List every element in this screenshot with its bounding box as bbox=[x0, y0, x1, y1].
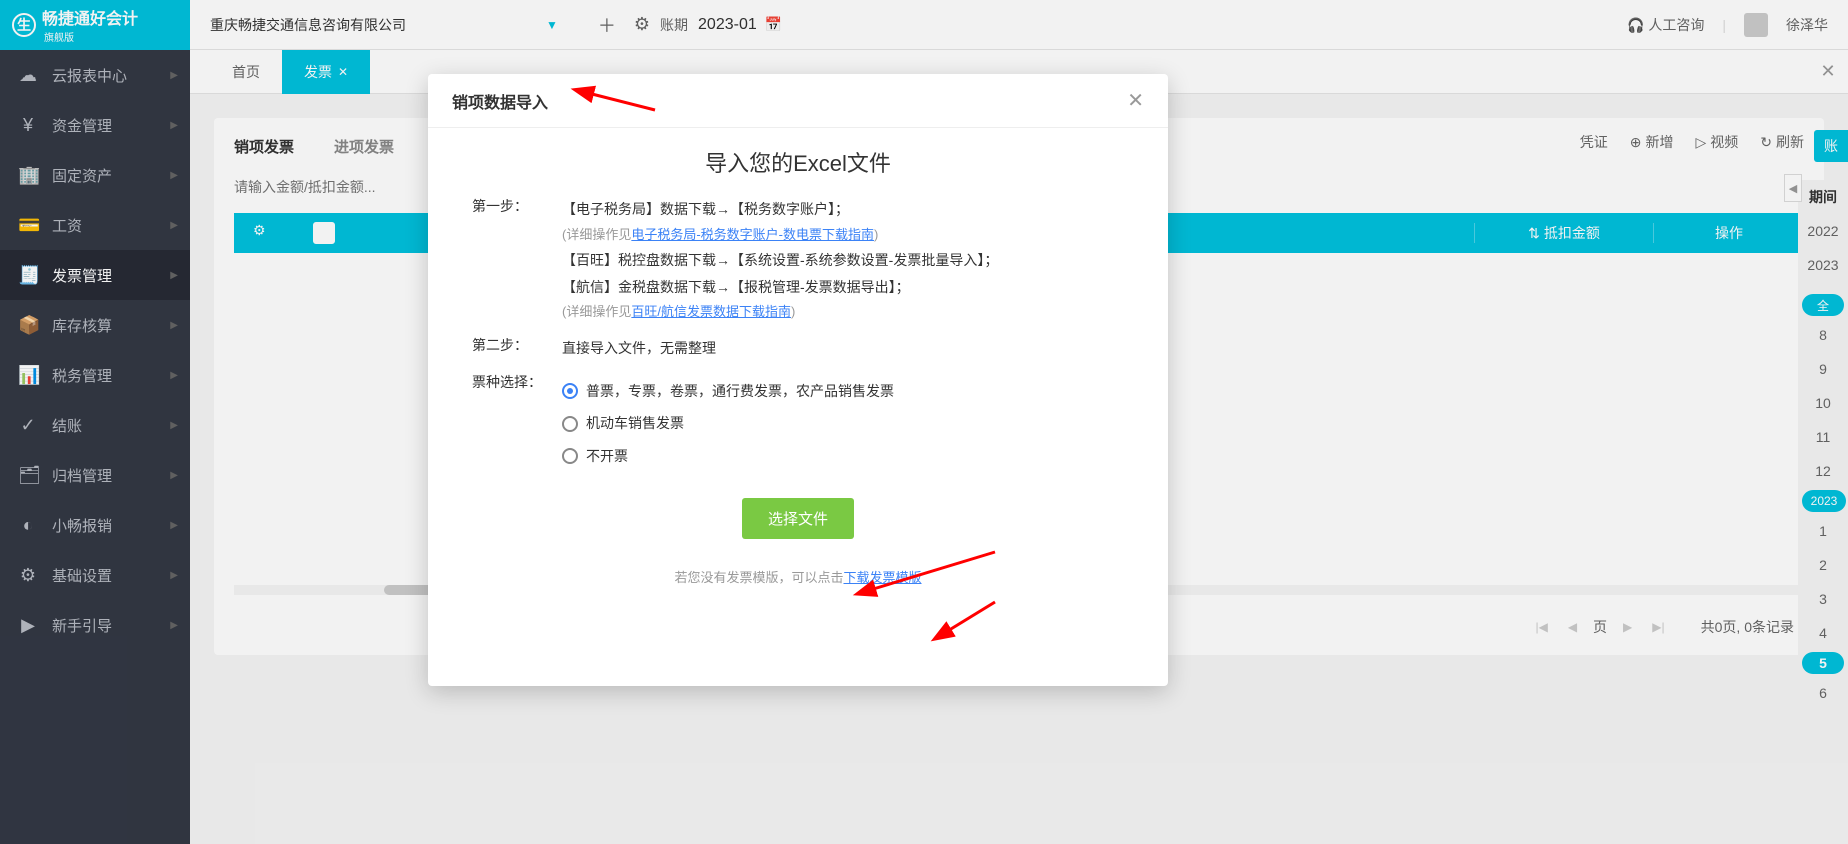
step2-text: 直接导入文件，无需整理 bbox=[562, 335, 716, 362]
step1-hint2: (详细操作见百旺/航信发票数据下载指南) bbox=[562, 300, 998, 325]
radio-icon bbox=[562, 448, 578, 464]
radio-icon bbox=[562, 383, 578, 399]
template-hint: 若您没有发票模版，可以点击下载发票模版 bbox=[472, 567, 1124, 586]
radio-option-3[interactable]: 不开票 bbox=[562, 443, 894, 470]
step1-line-b: 【百旺】税控盘数据下载→【系统设置-系统参数设置-发票批量导入】； bbox=[562, 247, 998, 274]
download-template-link[interactable]: 下载发票模版 bbox=[844, 570, 922, 585]
step1-label: 第一步： bbox=[472, 196, 562, 325]
step1-line-a: 【电子税务局】数据下载→【税务数字账户】； bbox=[562, 196, 998, 223]
radio-icon bbox=[562, 416, 578, 432]
import-modal: 销项数据导入 ✕ 导入您的Excel文件 第一步： 【电子税务局】数据下载→【税… bbox=[428, 74, 1168, 686]
step1-line-c: 【航信】金税盘数据下载→【报税管理-发票数据导出】； bbox=[562, 274, 998, 301]
import-title: 导入您的Excel文件 bbox=[472, 146, 1124, 178]
close-icon[interactable]: ✕ bbox=[1127, 88, 1144, 113]
modal-header: 销项数据导入 ✕ bbox=[428, 74, 1168, 128]
radio-option-1[interactable]: 普票，专票，卷票，通行费发票，农产品销售发票 bbox=[562, 378, 894, 405]
step1-hint1: (详细操作见电子税务局-税务数字账户-数电票下载指南) bbox=[562, 223, 998, 248]
guide-link-2[interactable]: 百旺/航信发票数据下载指南 bbox=[631, 304, 791, 319]
type-label: 票种选择： bbox=[472, 372, 562, 476]
guide-link-1[interactable]: 电子税务局-税务数字账户-数电票下载指南 bbox=[631, 227, 874, 242]
radio-option-2[interactable]: 机动车销售发票 bbox=[562, 410, 894, 437]
modal-title: 销项数据导入 bbox=[452, 89, 548, 113]
choose-file-button[interactable]: 选择文件 bbox=[742, 498, 854, 539]
step2-label: 第二步： bbox=[472, 335, 562, 362]
